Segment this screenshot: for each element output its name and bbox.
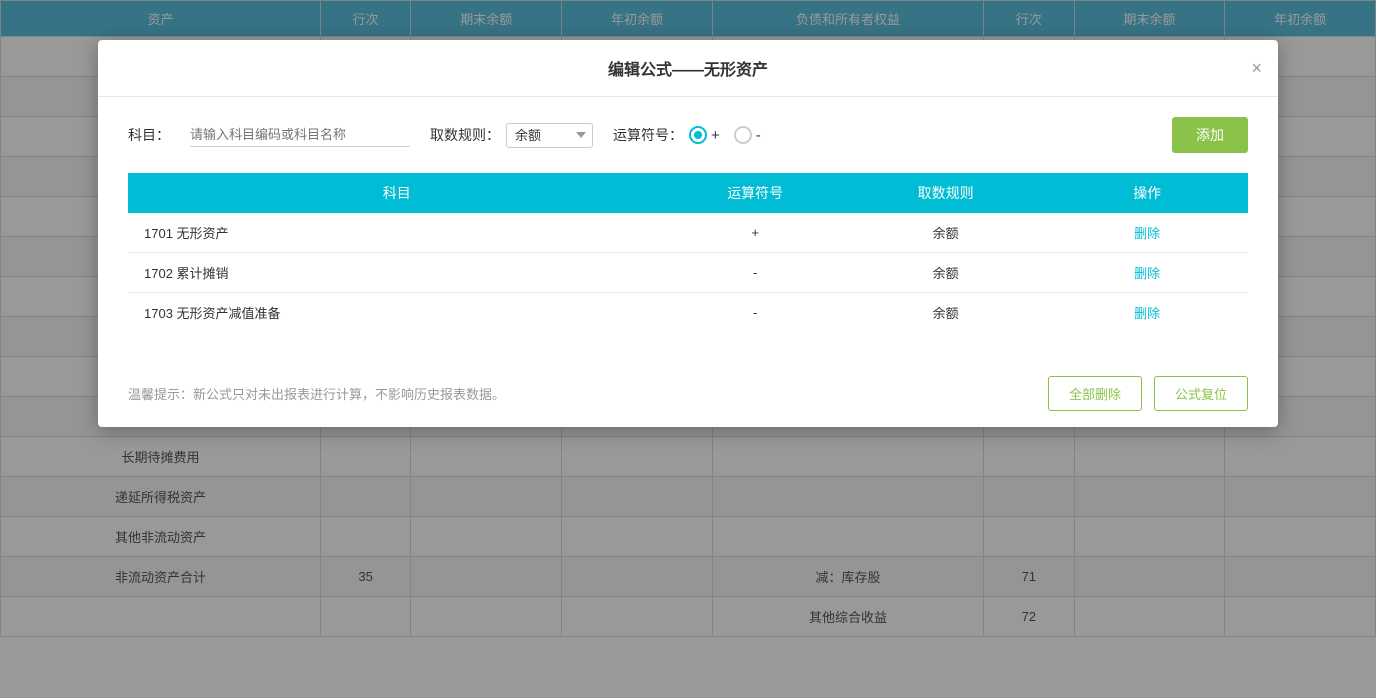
- table-row: 1701 无形资产+余额 删除: [128, 213, 1248, 253]
- radio-minus-circle: [734, 126, 752, 144]
- modal-body: 科目： 取数规则： 余额 借方 贷方 借方累计 贷方累计 运算符号：: [98, 97, 1278, 364]
- radio-minus-label: -: [756, 127, 761, 144]
- delete-link-1[interactable]: 删除: [1134, 266, 1160, 281]
- modal-close-button[interactable]: ×: [1251, 59, 1262, 77]
- data-cell-action-0: 删除: [1046, 213, 1248, 253]
- rule-select[interactable]: 余额 借方 贷方 借方累计 贷方累计: [506, 123, 593, 148]
- warning-text: 温馨提示：新公式只对未出报表进行计算，不影响历史报表数据。: [128, 384, 505, 403]
- data-cell-action-1: 删除: [1046, 253, 1248, 293]
- modal-header: 编辑公式——无形资产 ×: [98, 40, 1278, 97]
- data-cell-subject-0: 1701 无形资产: [128, 213, 666, 253]
- data-cell-op-2: -: [666, 293, 845, 333]
- radio-plus[interactable]: +: [689, 126, 720, 144]
- data-cell-rule-0: 余额: [845, 213, 1047, 253]
- modal-footer: 温馨提示：新公式只对未出报表进行计算，不影响历史报表数据。 全部删除 公式复位: [98, 364, 1278, 427]
- modal-overlay: 编辑公式——无形资产 × 科目： 取数规则： 余额 借方 贷方 借方累计 贷方累…: [0, 0, 1376, 698]
- subject-label: 科目：: [128, 125, 170, 145]
- delete-link-0[interactable]: 删除: [1134, 226, 1160, 241]
- rule-label: 取数规则：: [430, 125, 500, 145]
- delete-all-button[interactable]: 全部删除: [1048, 376, 1142, 411]
- th-rule: 取数规则: [845, 173, 1047, 213]
- delete-link-2[interactable]: 删除: [1134, 306, 1160, 321]
- table-row: 1702 累计摊销-余额 删除: [128, 253, 1248, 293]
- footer-buttons: 全部删除 公式复位: [1048, 376, 1248, 411]
- data-cell-op-1: -: [666, 253, 845, 293]
- rule-group: 取数规则： 余额 借方 贷方 借方累计 贷方累计: [430, 123, 593, 148]
- add-button[interactable]: 添加: [1172, 117, 1248, 153]
- subject-input[interactable]: [190, 123, 410, 147]
- data-cell-rule-1: 余额: [845, 253, 1047, 293]
- data-cell-subject-2: 1703 无形资产减值准备: [128, 293, 666, 333]
- data-cell-op-0: +: [666, 213, 845, 253]
- modal-dialog: 编辑公式——无形资产 × 科目： 取数规则： 余额 借方 贷方 借方累计 贷方累…: [98, 40, 1278, 427]
- reset-button[interactable]: 公式复位: [1154, 376, 1248, 411]
- operator-label: 运算符号：: [613, 125, 683, 145]
- radio-plus-label: +: [711, 127, 720, 144]
- modal-title: 编辑公式——无形资产: [608, 62, 768, 79]
- table-header-row: 科目 运算符号 取数规则 操作: [128, 173, 1248, 213]
- th-action: 操作: [1046, 173, 1248, 213]
- radio-plus-circle: [689, 126, 707, 144]
- data-cell-rule-2: 余额: [845, 293, 1047, 333]
- th-subject: 科目: [128, 173, 666, 213]
- radio-group: + -: [689, 126, 761, 144]
- data-table: 科目 运算符号 取数规则 操作 1701 无形资产+余额删除1702 累计摊销-…: [128, 173, 1248, 332]
- data-cell-subject-1: 1702 累计摊销: [128, 253, 666, 293]
- data-cell-action-2: 删除: [1046, 293, 1248, 333]
- th-operator: 运算符号: [666, 173, 845, 213]
- form-row: 科目： 取数规则： 余额 借方 贷方 借方累计 贷方累计 运算符号：: [128, 117, 1248, 153]
- table-row: 1703 无形资产减值准备-余额 删除: [128, 293, 1248, 333]
- radio-minus[interactable]: -: [734, 126, 761, 144]
- operator-group: 运算符号： + -: [613, 125, 761, 145]
